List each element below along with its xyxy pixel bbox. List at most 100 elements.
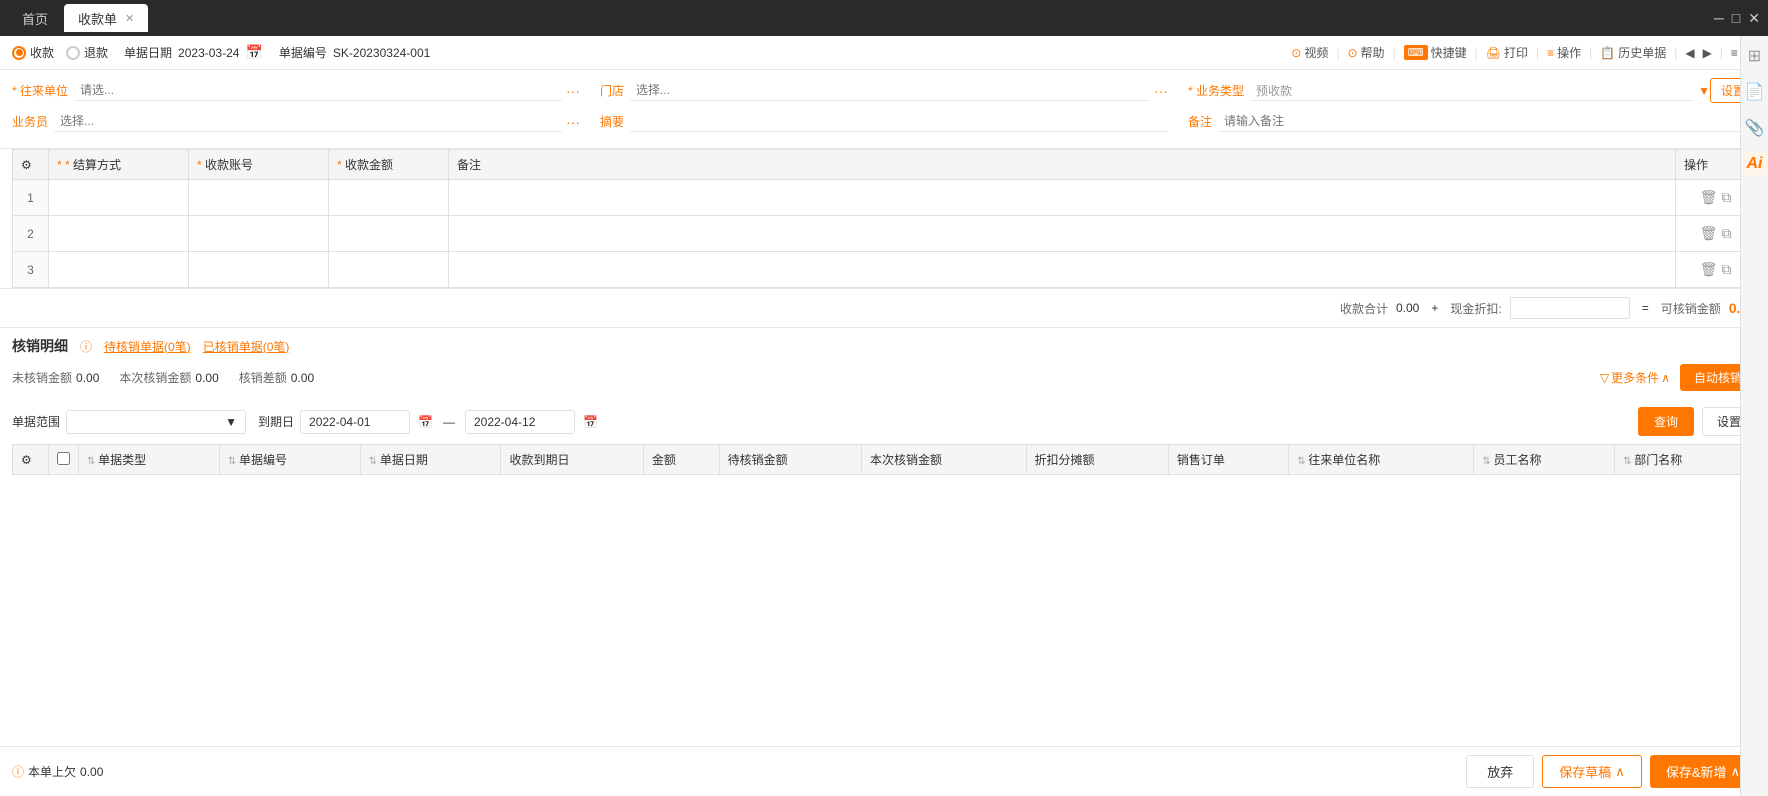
row-1-account-no[interactable] [189,180,329,216]
counterpart-label: * 往来单位 [12,82,68,99]
business-type-field: * 业务类型 ▼ 设置 [1188,78,1756,103]
select-all-checkbox[interactable] [57,452,70,465]
summary-input[interactable] [630,111,1168,132]
salesman-input[interactable] [54,111,562,132]
operate-action[interactable]: ≡ 操作 [1547,44,1581,61]
minimize-btn[interactable]: ─ [1714,10,1724,27]
store-field: 门店 ··· [600,80,1168,101]
calendar-from-icon[interactable]: 📅 [418,415,433,429]
sidebar-ai-icon[interactable]: Ai [1743,152,1767,176]
close-btn[interactable]: ✕ [1748,10,1760,27]
row-3-copy-icon[interactable]: ⧉ [1721,261,1731,278]
vt-dept-header: 部门名称 [1615,445,1756,475]
diff-label: 核销差额 [239,369,287,386]
footer-total-label: 本单上欠 [28,763,76,780]
row-2-account-no[interactable] [189,216,329,252]
range-filter: 单据范围 ▼ [12,410,246,434]
row-2-account-type[interactable] [49,216,189,252]
shortcut-label: 快捷键 [1431,44,1467,61]
main-content: 收款 退款 单据日期 2023-03-24 📅 单据编号 SK-20230324… [0,36,1768,796]
date-to-input[interactable] [465,410,575,434]
save-draft-button[interactable]: 保存草稿 ∧ [1542,755,1642,788]
discount-input[interactable] [1510,297,1630,319]
tab-home[interactable]: 首页 [8,4,62,32]
date-from-input[interactable] [300,410,410,434]
maximize-btn[interactable]: □ [1732,10,1740,27]
business-type-dropdown-icon[interactable]: ▼ [1698,84,1710,98]
verify-info-icon[interactable]: ⓘ [80,338,92,355]
footer-info-icon[interactable]: ⓘ [12,763,24,780]
doc-no-value[interactable]: SK-20230324-001 [333,46,430,60]
chevron-down-icon: ▼ [225,415,237,429]
store-input[interactable] [630,80,1150,101]
doc-date-field: 单据日期 2023-03-24 📅 [124,44,263,61]
row-2-delete-icon[interactable]: 🗑 [1700,225,1718,242]
history-action[interactable]: 📋 历史单据 [1600,44,1666,61]
row-3-account-no[interactable] [189,252,329,288]
vt-settings-header[interactable]: ⚙ [13,445,49,475]
row-3-amount[interactable] [329,252,449,288]
vt-doc-date-header: 单据日期 [360,445,501,475]
discard-button[interactable]: 放弃 [1466,755,1534,788]
row-2-remark[interactable] [449,216,1676,252]
row-2-amount[interactable] [329,216,449,252]
chevron-up-icon: ∧ [1661,371,1670,385]
tab-close-icon[interactable]: ✕ [125,12,134,25]
due-date-filter: 到期日 📅 — 📅 [258,410,598,434]
help-action[interactable]: ⊙ 帮助 [1347,44,1384,61]
note-input[interactable] [1218,111,1756,132]
receipt-radio[interactable]: 收款 [12,44,54,61]
list-view-btn[interactable]: ≡ [1731,46,1738,60]
range-select[interactable]: ▼ [66,410,246,434]
sidebar-doc-icon[interactable]: 📄 [1743,80,1767,104]
amount-header: * 收款金额 [329,150,449,180]
verify-stats: 未核销金额 0.00 本次核销金额 0.00 核销差额 0.00 [12,365,314,390]
verified-tab[interactable]: 已核销单据(0笔) [203,338,290,355]
query-button[interactable]: 查询 [1638,407,1694,436]
verify-table-header: ⚙ 单据类型 单据编号 单据日期 收款到期日 金额 待核销金额 本次核销金额 折… [13,445,1756,475]
vt-check-header[interactable] [49,445,79,475]
salesman-more-icon[interactable]: ··· [566,114,580,130]
refund-radio-circle [66,46,80,60]
row-3-delete-icon[interactable]: 🗑 [1700,261,1718,278]
row-1-amount[interactable] [329,180,449,216]
row-1-delete-icon[interactable]: 🗑 [1700,189,1718,206]
print-action[interactable]: 🖨 打印 [1486,44,1528,61]
row-1-copy-icon[interactable]: ⧉ [1721,189,1731,206]
shortcut-action[interactable]: ⌨ 快捷键 [1404,44,1467,61]
doc-no-field: 单据编号 SK-20230324-001 [279,44,430,61]
current-amount-label: 本次核销金额 [119,369,191,386]
total-value: 0.00 [1396,301,1419,315]
calendar-icon[interactable]: 📅 [245,44,262,61]
row-1-remark[interactable] [449,180,1676,216]
refund-radio[interactable]: 退款 [66,44,108,61]
tab-receipt[interactable]: 收款单 ✕ [64,4,148,32]
more-conditions-btn[interactable]: ▽ 更多条件 ∧ [1600,369,1670,386]
counterpart-input[interactable] [74,80,562,101]
calendar-to-icon[interactable]: 📅 [583,415,598,429]
vt-current-amount-header: 本次核销金额 [862,445,1027,475]
doc-date-value[interactable]: 2023-03-24 [178,46,239,60]
table-settings-header[interactable]: ⚙ [13,150,49,180]
next-btn[interactable]: ▶ [1703,46,1712,60]
video-action[interactable]: ⊙ 视频 [1291,44,1328,61]
save-draft-dropdown-icon[interactable]: ∧ [1615,764,1625,780]
sidebar-clip-icon[interactable]: 📎 [1743,116,1767,140]
row-2-copy-icon[interactable]: ⧉ [1721,225,1731,242]
range-label: 单据范围 [12,413,60,430]
save-new-dropdown-icon[interactable]: ∧ [1730,764,1740,780]
store-more-icon[interactable]: ··· [1154,83,1168,99]
unverified-amount-item: 未核销金额 0.00 [12,369,99,386]
account-no-header: * 收款账号 [189,150,329,180]
remark-header: 备注 [449,150,1676,180]
row-3-remark[interactable] [449,252,1676,288]
counterpart-more-icon[interactable]: ··· [566,83,580,99]
total-label: 收款合计 [1340,300,1388,317]
row-3-account-type[interactable] [49,252,189,288]
business-type-input[interactable] [1250,80,1694,101]
verify-stats-row: 未核销金额 0.00 本次核销金额 0.00 核销差额 0.00 ▽ 更多条件 … [12,360,1756,399]
row-1-account-type[interactable] [49,180,189,216]
prev-btn[interactable]: ◀ [1685,46,1694,60]
sidebar-table-icon[interactable]: ⊞ [1743,44,1767,68]
pending-tab[interactable]: 待核销单据(0笔) [104,338,191,355]
